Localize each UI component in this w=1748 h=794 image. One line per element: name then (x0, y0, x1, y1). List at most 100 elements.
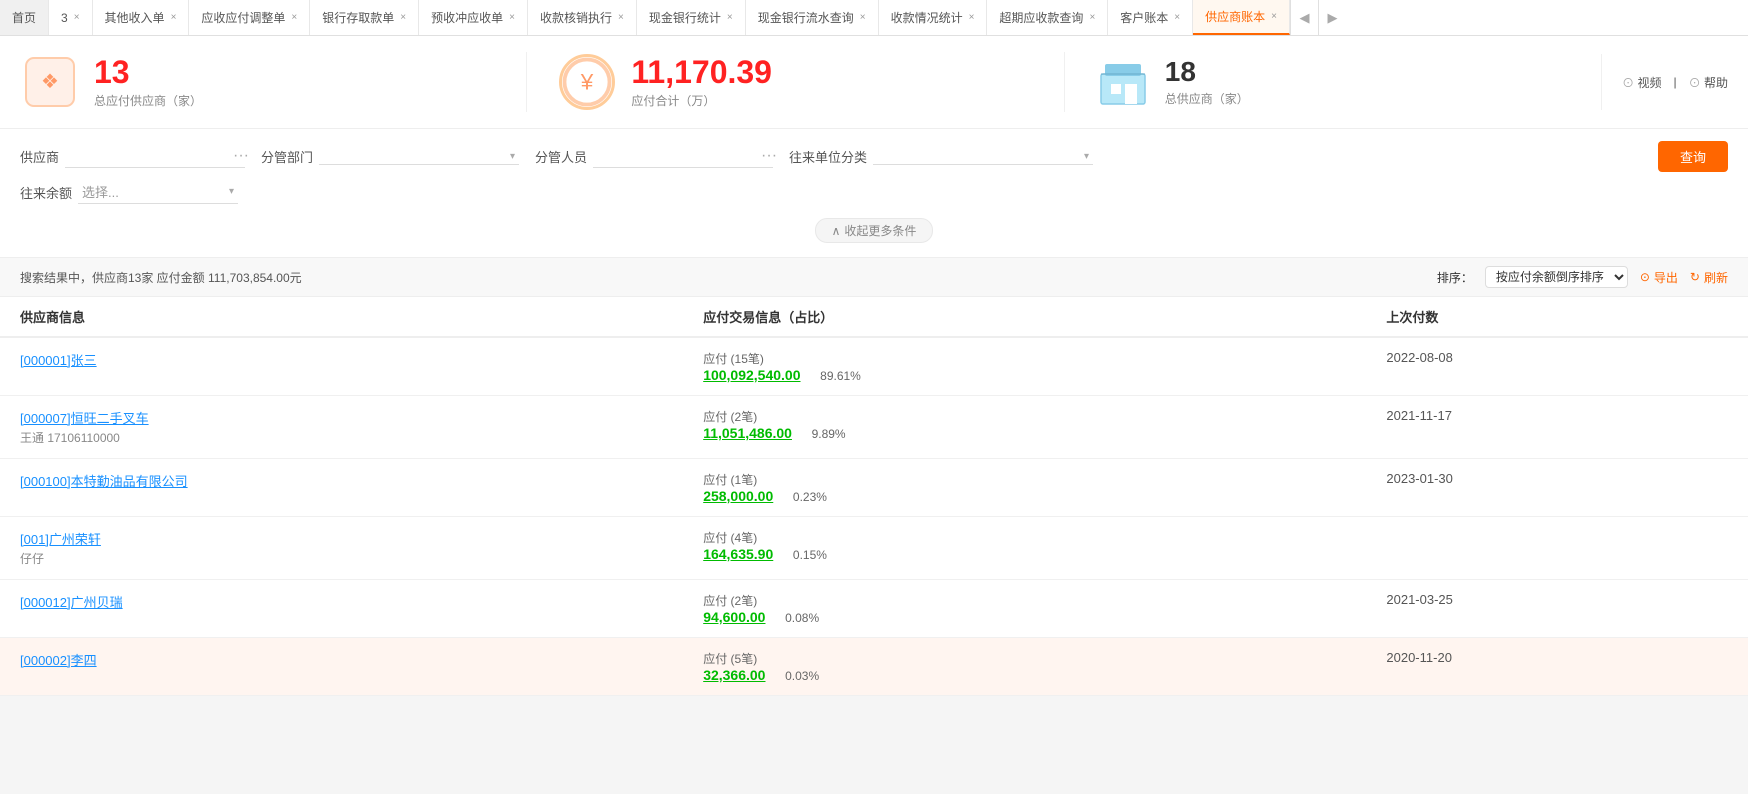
nav-tab-customer-account[interactable]: 客户账本 × (1108, 0, 1193, 35)
person-input-wrapper: ··· (593, 145, 773, 168)
table-row: [000007]恒旺二手叉车 王通 17106110000 应付 (2笔) 11… (0, 396, 1748, 459)
last-payment-3: 2023-01-30 (1386, 471, 1728, 486)
supplier-info-6: [000002]李四 (20, 650, 703, 671)
nav-tab-supplier-account[interactable]: 供应商账本 × (1193, 0, 1290, 35)
filter-balance: 往来余额 选择... ▾ (20, 180, 238, 204)
person-dots-icon[interactable]: ··· (761, 147, 777, 165)
supplier-input-wrapper: ··· (65, 145, 245, 168)
unit-class-label: 往来单位分类 (789, 147, 867, 166)
close-tab-advance-collection-icon[interactable]: × (509, 12, 515, 23)
help-link[interactable]: ⊙ 帮助 (1689, 74, 1728, 91)
col-header-supplier: 供应商信息 (20, 307, 703, 326)
close-tab-collection-stat-icon[interactable]: × (969, 12, 975, 23)
filter-dept: 分管部门 ▾ (261, 147, 519, 166)
close-tab-overdue-collection-icon[interactable]: × (1089, 12, 1095, 23)
chevron-up-icon: ∧ (832, 224, 841, 238)
results-actions: 排序： 按应付余额倒序排序 ⊙ 导出 ↻ 刷新 (1437, 266, 1728, 288)
summary-area: ❖ 13 总应付供应商（家） ¥ 11,170.39 应付合计（万） (0, 36, 1748, 129)
summary-text-ap-suppliers: 13 总应付供应商（家） (94, 56, 202, 109)
table-row: [000100]本特勤油品有限公司 应付 (1笔) 258,000.00 0.2… (0, 459, 1748, 517)
supplier-link-5[interactable]: [000012]广州贝瑞 (20, 592, 703, 611)
tx-amount-6[interactable]: 32,366.00 (703, 667, 765, 683)
tx-percent-6: 0.03% (785, 669, 819, 683)
nav-tab-advance-collection[interactable]: 预收冲应收单 × (419, 0, 528, 35)
nav-tab-other-income[interactable]: 其他收入单 × (93, 0, 190, 35)
close-tab-cash-bank-stat-icon[interactable]: × (727, 12, 733, 23)
unit-class-select[interactable]: ▾ (873, 149, 1093, 165)
summary-card-total-suppliers: 18 总供应商（家） (1065, 54, 1602, 110)
nav-arrow-right[interactable]: ▶ (1318, 0, 1346, 36)
tx-label-6: 应付 (5笔) (703, 652, 757, 666)
dept-label: 分管部门 (261, 147, 313, 166)
close-tab-customer-account-icon[interactable]: × (1174, 12, 1180, 23)
video-link[interactable]: ⊙ 视频 (1622, 74, 1661, 91)
tx-label-4: 应付 (4笔) (703, 531, 757, 545)
refresh-button[interactable]: ↻ 刷新 (1690, 269, 1728, 286)
close-tab-other-income-icon[interactable]: × (171, 12, 177, 23)
dept-select[interactable]: ▾ (319, 149, 519, 165)
nav-tab-ap-adjust[interactable]: 应收应付调整单 × (189, 0, 310, 35)
tx-label-2: 应付 (2笔) (703, 410, 757, 424)
table-row: [000012]广州贝瑞 应付 (2笔) 94,600.00 0.08% 202… (0, 580, 1748, 638)
video-icon: ⊙ (1622, 76, 1634, 90)
supplier-dots-icon[interactable]: ··· (233, 147, 249, 165)
supplier-sub-2: 王通 17106110000 (20, 429, 703, 446)
summary-card-ap-suppliers: ❖ 13 总应付供应商（家） (20, 52, 527, 112)
search-button[interactable]: 查询 (1658, 141, 1728, 172)
close-tab-bank-deposit-icon[interactable]: × (400, 12, 406, 23)
tx-amount-5[interactable]: 94,600.00 (703, 609, 765, 625)
balance-dropdown-icon: ▾ (229, 186, 234, 197)
close-tab-collection-review-icon[interactable]: × (618, 12, 624, 23)
ap-suppliers-value: 13 (94, 56, 202, 88)
balance-placeholder: 选择... (82, 182, 225, 201)
transaction-info-3: 应付 (1笔) 258,000.00 0.23% (703, 471, 1386, 504)
close-tab-3-icon[interactable]: × (74, 12, 80, 23)
nav-tab-cash-bank-stat[interactable]: 现金银行统计 × (637, 0, 746, 35)
balance-select[interactable]: 选择... ▾ (78, 180, 238, 204)
tx-amount-3[interactable]: 258,000.00 (703, 488, 773, 504)
filter-row-1: 供应商 ··· 分管部门 ▾ 分管人员 ··· 往来单位分类 (20, 141, 1728, 172)
col-header-transaction: 应付交易信息（占比） (703, 307, 1386, 326)
supplier-link-6[interactable]: [000002]李四 (20, 650, 703, 669)
supplier-link-2[interactable]: [000007]恒旺二手叉车 (20, 408, 703, 427)
tx-amount-2[interactable]: 11,051,486.00 (703, 425, 792, 441)
tx-amount-1[interactable]: 100,092,540.00 (703, 367, 800, 383)
sort-select[interactable]: 按应付余额倒序排序 (1485, 266, 1628, 288)
nav-tab-cash-bank-flow[interactable]: 现金银行流水查询 × (746, 0, 879, 35)
filter-person: 分管人员 ··· (535, 145, 773, 168)
close-tab-cash-bank-flow-icon[interactable]: × (860, 12, 866, 23)
export-button[interactable]: ⊙ 导出 (1640, 269, 1678, 286)
nav-tab-collection-stat[interactable]: 收款情况统计 × (879, 0, 988, 35)
supplier-input[interactable] (69, 149, 229, 164)
supplier-link-3[interactable]: [000100]本特勤油品有限公司 (20, 471, 703, 490)
nav-arrow-left[interactable]: ◀ (1290, 0, 1318, 36)
sort-label: 排序： (1437, 269, 1473, 286)
ap-amount-label: 应付合计（万） (631, 92, 772, 109)
person-input[interactable] (597, 149, 757, 164)
help-icon: ⊙ (1689, 76, 1701, 90)
supplier-sub-4: 仔仔 (20, 550, 703, 567)
tx-amount-4[interactable]: 164,635.90 (703, 546, 773, 562)
link-divider: | (1674, 75, 1677, 89)
tx-label-1: 应付 (15笔) (703, 352, 764, 366)
nav-tab-collection-review[interactable]: 收款核销执行 × (528, 0, 637, 35)
filter-supplier: 供应商 ··· (20, 145, 245, 168)
ap-amount-value: 11,170.39 (631, 56, 772, 88)
top-navigation: 首页 3 × 其他收入单 × 应收应付调整单 × 银行存取款单 × 预收冲应收单… (0, 0, 1748, 36)
close-tab-supplier-account-icon[interactable]: × (1271, 11, 1277, 22)
total-suppliers-label: 总供应商（家） (1165, 90, 1249, 107)
supplier-link-4[interactable]: [001]广州荣轩 (20, 529, 703, 548)
collapse-button[interactable]: ∧ 收起更多条件 (815, 218, 934, 243)
ap-amount-icon: ¥ (557, 52, 617, 112)
transaction-info-4: 应付 (4笔) 164,635.90 0.15% (703, 529, 1386, 562)
tx-percent-4: 0.15% (793, 548, 827, 562)
nav-tab-home[interactable]: 首页 (0, 0, 49, 35)
summary-card-ap-amount: ¥ 11,170.39 应付合计（万） (527, 52, 1064, 112)
filter-unit-class: 往来单位分类 ▾ (789, 147, 1093, 166)
nav-tab-3[interactable]: 3 × (49, 0, 93, 35)
nav-tab-overdue-collection[interactable]: 超期应收款查询 × (987, 0, 1108, 35)
table-row: [000001]张三 应付 (15笔) 100,092,540.00 89.61… (0, 338, 1748, 396)
nav-tab-bank-deposit[interactable]: 银行存取款单 × (310, 0, 419, 35)
close-tab-ap-adjust-icon[interactable]: × (291, 12, 297, 23)
supplier-link-1[interactable]: [000001]张三 (20, 350, 703, 369)
